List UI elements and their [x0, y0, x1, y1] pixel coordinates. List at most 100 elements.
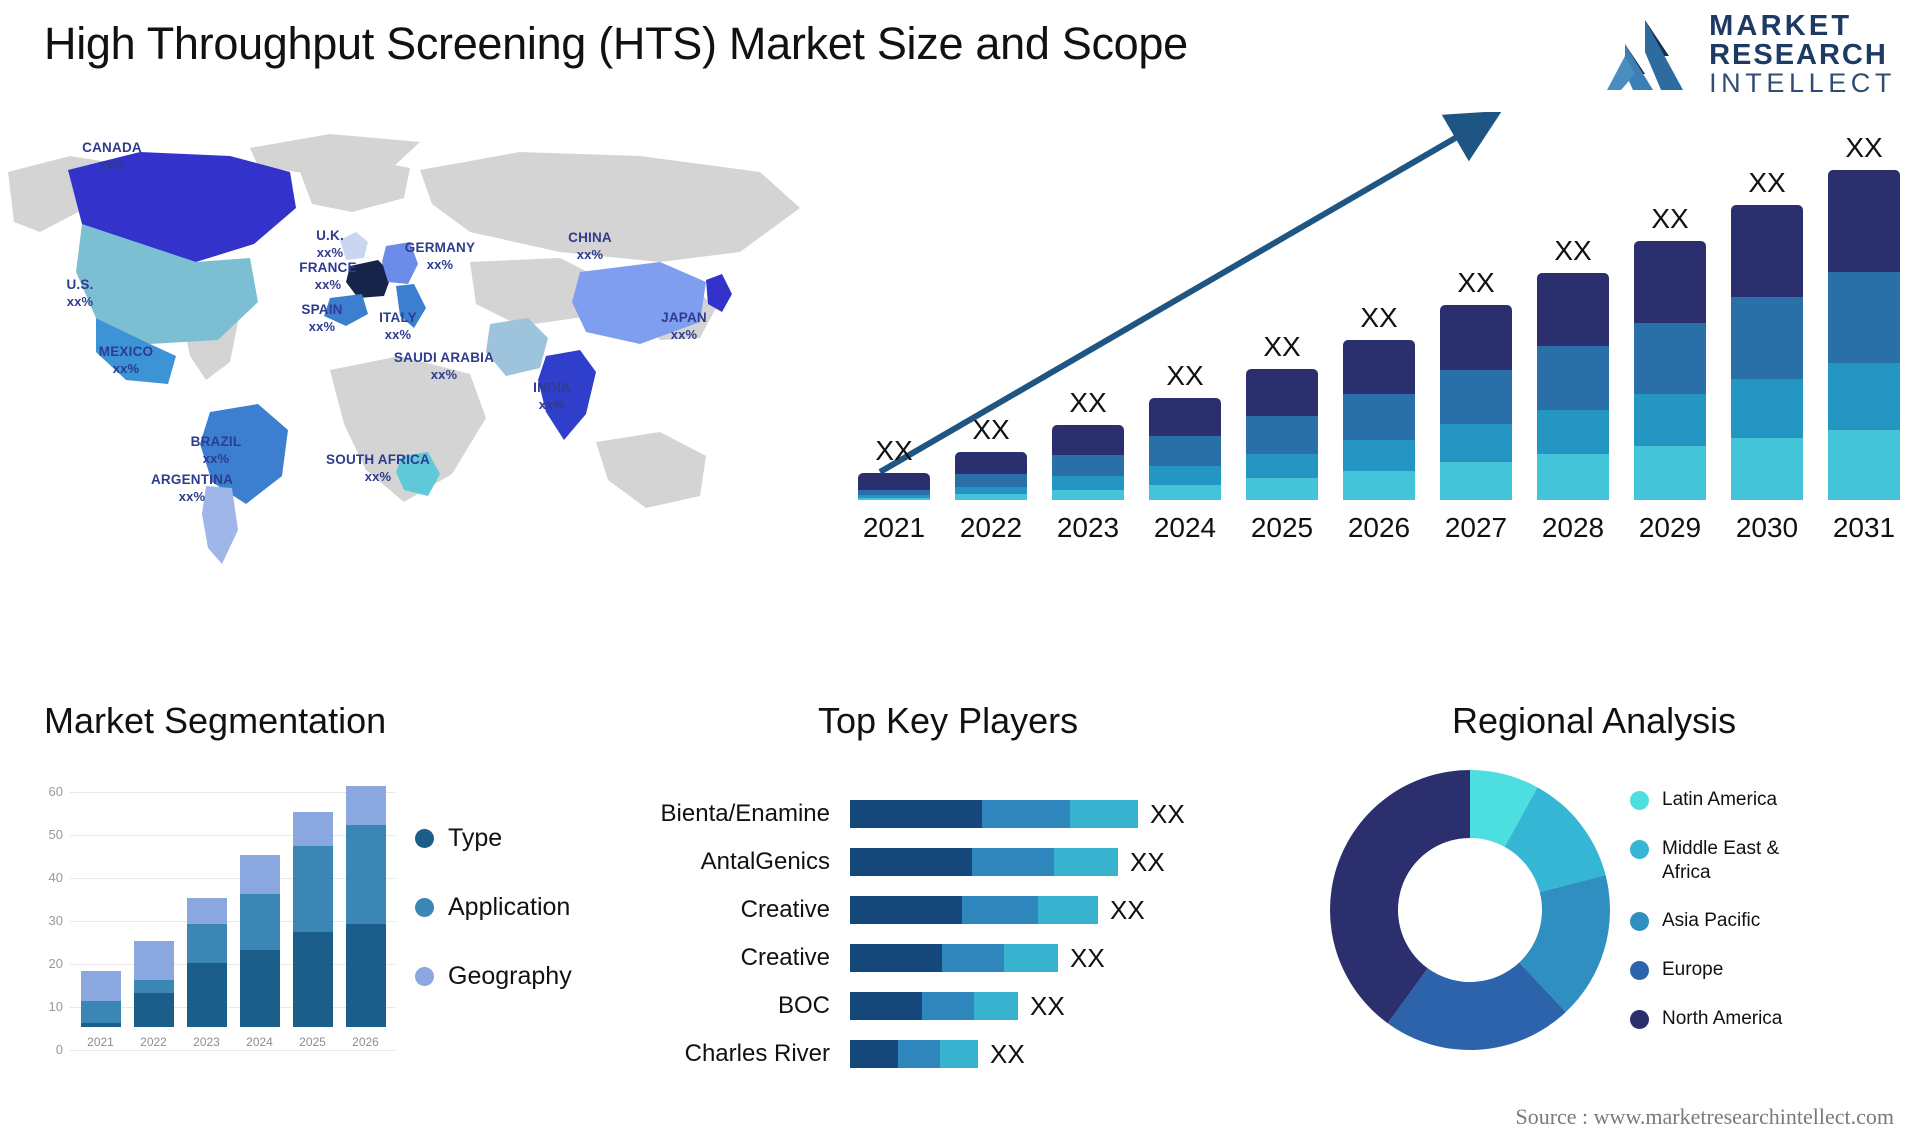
segmentation-bars: [74, 769, 392, 1027]
map-country-value: xx%: [112, 360, 140, 376]
growth-value-label: XX: [1748, 166, 1786, 198]
growth-column: XX: [1246, 331, 1318, 500]
map-country-value: xx%: [316, 244, 344, 260]
growth-bars: XX XX XX XX XX XX XX XX XX XX XX: [858, 132, 1900, 500]
growth-bar-segment: [1343, 340, 1415, 395]
player-value-label: XX: [1150, 798, 1185, 829]
growth-column: XX: [1731, 167, 1803, 500]
map-country-value: xx%: [178, 488, 206, 504]
segmentation-bar-segment: [186, 962, 227, 1027]
segmentation-bar-segment: [345, 824, 386, 924]
player-row: Charles River XX: [640, 1030, 1340, 1078]
growth-bar-segment: [1149, 484, 1221, 500]
map-country-name: SOUTH AFRICA: [326, 452, 430, 467]
market-segmentation-title: Market Segmentation: [44, 700, 387, 741]
growth-value-label: XX: [972, 413, 1010, 445]
player-bar-segment: [850, 896, 962, 924]
segmentation-y-tick: 20: [48, 956, 63, 971]
map-country-value: xx%: [538, 396, 566, 412]
segmentation-x-axis: 2021 2022 2023 2024 2025 2026: [74, 1035, 392, 1049]
growth-bar-segment: [1246, 415, 1318, 454]
player-row: Creative XX: [640, 934, 1340, 982]
map-country-name: BRAZIL: [190, 434, 242, 449]
segmentation-bar: [345, 769, 386, 1027]
player-bar-segment: [850, 944, 942, 972]
segmentation-bar-segment: [80, 971, 121, 1002]
player-bar-segment: [942, 944, 1004, 972]
legend-color-swatch: [1630, 1009, 1649, 1029]
player-bar-segment: [1038, 896, 1098, 924]
map-label-mexico: MEXICO xx%: [66, 344, 186, 377]
player-value-label: XX: [990, 1038, 1025, 1069]
map-label-france: FRANCE xx%: [268, 260, 388, 293]
segmentation-bar-segment: [292, 846, 333, 933]
segmentation-bar-segment: [345, 923, 386, 1027]
player-bar-segment: [962, 896, 1038, 924]
legend-label: Middle East & Africa: [1662, 837, 1780, 883]
growth-year-label: 2024: [1153, 512, 1217, 543]
growth-column: XX: [1149, 360, 1221, 500]
growth-year-axis: 2021 2022 2023 2024 2025 2026 2027 2028 2029 2030…: [858, 512, 1900, 544]
player-bar-segment: [850, 800, 982, 828]
player-bar-segment: [850, 1040, 898, 1068]
growth-bar-segment: [955, 451, 1027, 475]
player-bar-segment: [974, 992, 1018, 1020]
growth-bar: [1343, 340, 1415, 500]
source-text: Source : www.marketresearchintellect.com: [1515, 1104, 1894, 1129]
player-value-label: XX: [1130, 846, 1165, 877]
growth-bar-segment: [1537, 346, 1609, 410]
segmentation-bar-segment: [239, 855, 280, 894]
legend-color-swatch: [415, 898, 434, 917]
map-country-value: xx%: [576, 246, 604, 262]
growth-value-label: XX: [1845, 132, 1883, 163]
player-bar-segment: [940, 1040, 978, 1068]
growth-bar-segment: [1537, 272, 1609, 347]
growth-bar-segment: [1246, 368, 1318, 416]
growth-column: XX: [955, 414, 1027, 500]
growth-year-label: 2027: [1444, 512, 1508, 543]
regional-legend-item: Asia Pacific: [1630, 909, 1832, 933]
growth-value-label: XX: [875, 435, 913, 467]
player-bar-segment: [982, 800, 1070, 828]
player-value-label: XX: [1110, 894, 1145, 925]
growth-bar-segment: [1440, 305, 1512, 370]
growth-value-label: XX: [1651, 202, 1689, 234]
growth-bar-segment: [1731, 438, 1803, 500]
growth-bar: [955, 451, 1027, 500]
segmentation-x-label: 2023: [193, 1035, 220, 1049]
player-name: Bienta/Enamine: [660, 800, 830, 827]
legend-color-swatch: [415, 967, 434, 986]
segmentation-y-tick: 50: [48, 827, 63, 842]
growth-column: XX: [858, 435, 930, 500]
segmentation-bar-segment: [292, 932, 333, 1027]
map-label-south-africa: SOUTH AFRICA xx%: [318, 452, 438, 485]
player-bar: [850, 848, 1118, 876]
segmentation-bar-segment: [80, 1001, 121, 1023]
growth-bar-segment: [1634, 445, 1706, 500]
growth-bar-segment: [1052, 476, 1124, 490]
segmentation-y-tick: 10: [48, 999, 63, 1014]
segmentation-legend: Type Application Geography: [415, 824, 572, 991]
segmentation-legend-item: Geography: [415, 962, 572, 991]
segmentation-bar: [133, 769, 174, 1027]
player-bar: [850, 992, 1018, 1020]
segmentation-bar-segment: [186, 898, 227, 924]
regional-legend-item: Latin America: [1630, 788, 1832, 812]
legend-label: Geography: [448, 962, 572, 990]
header: High Throughput Screening (HTS) Market S…: [0, 0, 1920, 112]
map-country-name: INDIA: [533, 380, 571, 395]
player-row: Creative XX: [640, 886, 1340, 934]
player-row: Bienta/Enamine XX: [640, 790, 1340, 838]
growth-bar-segment: [1731, 297, 1803, 380]
player-name: Creative: [740, 896, 830, 923]
growth-bar-segment: [1731, 204, 1803, 298]
legend-label: Europe: [1662, 959, 1724, 980]
map-country-name: GERMANY: [404, 240, 476, 255]
growth-bar-segment: [1149, 436, 1221, 467]
segmentation-y-tick: 0: [55, 1042, 63, 1057]
map-country-name: SAUDI ARABIA: [393, 350, 495, 365]
segmentation-legend-item: Application: [415, 893, 572, 922]
growth-bar-segment: [1828, 272, 1900, 363]
segmentation-bar: [186, 769, 227, 1027]
map-country-name: U.S.: [66, 277, 94, 292]
